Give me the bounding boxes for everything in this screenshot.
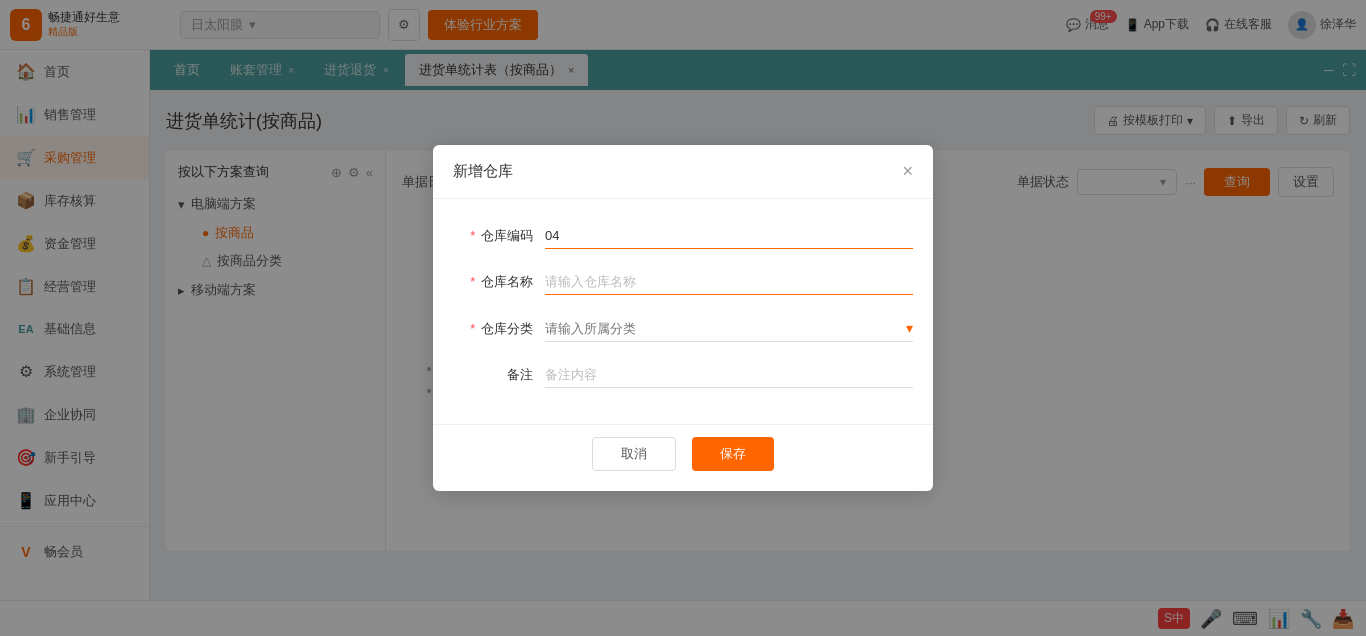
modal-footer: 取消 保存 bbox=[433, 424, 933, 491]
note-input[interactable] bbox=[545, 362, 913, 388]
category-label: * 仓库分类 bbox=[453, 320, 533, 338]
save-button[interactable]: 保存 bbox=[692, 437, 774, 471]
modal-overlay[interactable]: 新增仓库 × * 仓库编码 * 仓库名称 * 仓库分 bbox=[0, 0, 1366, 636]
modal-body: * 仓库编码 * 仓库名称 * 仓库分类 ▾ bbox=[433, 199, 933, 424]
name-required-mark: * bbox=[470, 274, 475, 289]
note-label: 备注 bbox=[453, 366, 533, 384]
name-input[interactable] bbox=[545, 269, 913, 295]
code-label: * 仓库编码 bbox=[453, 227, 533, 245]
category-required-mark: * bbox=[470, 321, 475, 336]
category-select[interactable]: ▾ bbox=[545, 315, 913, 342]
code-input[interactable] bbox=[545, 223, 913, 249]
name-label: * 仓库名称 bbox=[453, 273, 533, 291]
cancel-button[interactable]: 取消 bbox=[592, 437, 676, 471]
form-row-name: * 仓库名称 bbox=[453, 269, 913, 295]
modal-title: 新增仓库 bbox=[453, 162, 513, 181]
form-row-note: 备注 bbox=[453, 362, 913, 388]
category-arrow-icon: ▾ bbox=[906, 320, 913, 336]
new-warehouse-modal: 新增仓库 × * 仓库编码 * 仓库名称 * 仓库分 bbox=[433, 145, 933, 491]
code-required-mark: * bbox=[470, 228, 475, 243]
form-row-category: * 仓库分类 ▾ bbox=[453, 315, 913, 342]
form-row-code: * 仓库编码 bbox=[453, 223, 913, 249]
modal-close-icon[interactable]: × bbox=[902, 161, 913, 182]
modal-header: 新增仓库 × bbox=[433, 145, 933, 199]
category-input[interactable] bbox=[545, 321, 906, 336]
